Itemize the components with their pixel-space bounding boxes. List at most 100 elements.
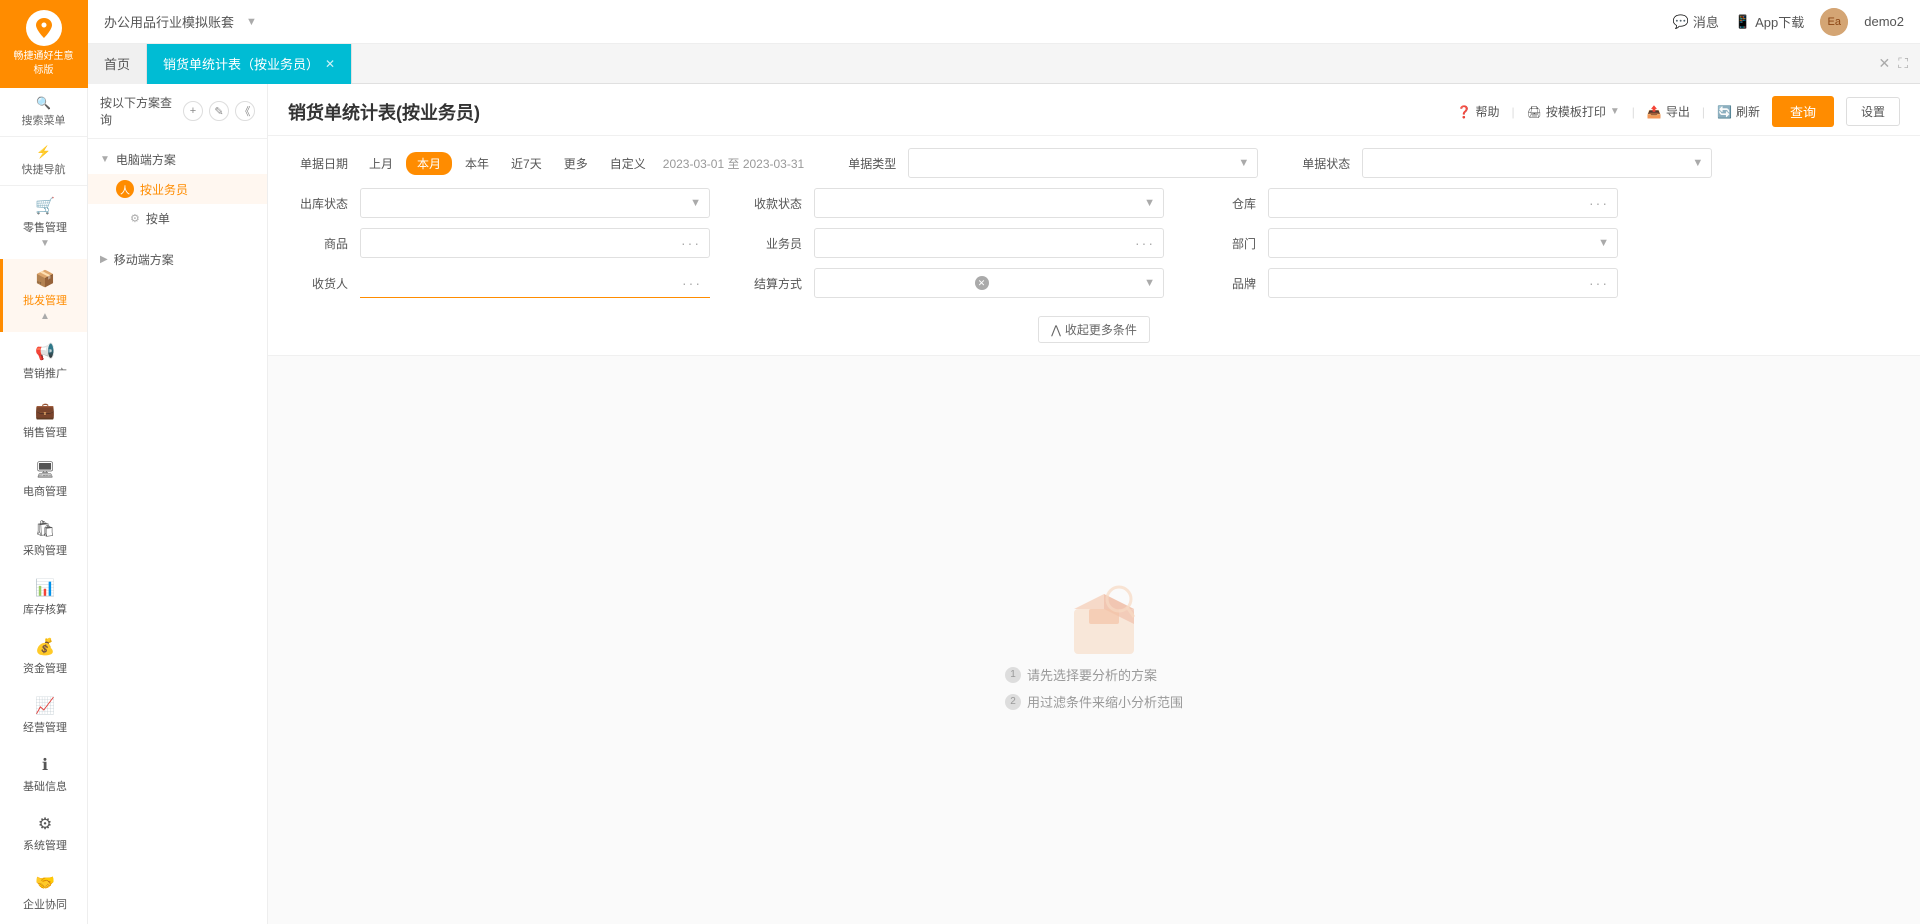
sidebar-item-ecommerce-label: 电商管理	[23, 483, 67, 499]
template-print-btn[interactable]: 🖨 按模板打印 ▼	[1527, 103, 1620, 120]
warehouse-control[interactable]: ···	[1268, 188, 1618, 218]
message-icon: 💬	[1673, 14, 1689, 30]
sidebar-item-finance-label: 资金管理	[23, 660, 67, 676]
filter-row-1: 单据日期 上月 本月 本年 近7天 更多 自定义 2023-03-01 至 20…	[288, 148, 1900, 178]
app-download-btn[interactable]: 📱 App下载	[1735, 12, 1804, 31]
breadcrumb-dropdown-icon[interactable]: ▼	[246, 16, 257, 28]
receipt-status-control[interactable]: ▼	[814, 188, 1164, 218]
by-staff-icon: 人	[116, 180, 134, 198]
out-status-control[interactable]: ▼	[360, 188, 710, 218]
sidebar-item-sales-label: 销售管理	[23, 424, 67, 440]
receiver-more-icon[interactable]: ···	[682, 275, 702, 291]
sidebar-item-system[interactable]: ⚙ 系统管理	[0, 804, 87, 863]
goods-more-icon[interactable]: ···	[681, 235, 701, 251]
avatar-label: Ea	[1820, 8, 1848, 36]
left-panel-header: 按以下方案查询 + ✎ 《	[88, 84, 267, 139]
desktop-expand-icon: ▼	[100, 154, 110, 165]
message-btn[interactable]: 💬 消息	[1673, 12, 1719, 31]
sidebar-item-wholesale[interactable]: 📦 批发管理 ▲	[0, 259, 87, 332]
sidebar-item-purchase[interactable]: 🛍 采购管理	[0, 509, 87, 568]
tab-sales-stat-label: 销货单统计表（按业务员）	[163, 54, 319, 73]
staff-more-icon[interactable]: ···	[1135, 235, 1155, 251]
sidebar-item-ecommerce[interactable]: 🖥 电商管理	[0, 450, 87, 509]
doc-type-control[interactable]: ▼	[908, 148, 1258, 178]
plan-item-by-staff[interactable]: 人 按业务员	[88, 174, 267, 204]
mobile-plan-group-header[interactable]: ▶ 移动端方案	[88, 245, 267, 274]
avatar[interactable]: Ea	[1820, 8, 1848, 36]
receiver-control[interactable]: ···	[360, 268, 710, 298]
warehouse-label: 仓库	[1196, 195, 1256, 212]
tab-maximize-icon[interactable]: ⛶	[1898, 55, 1908, 72]
sidebar-item-corp[interactable]: 🤝 企业协同	[0, 863, 87, 922]
corp-icon: 🤝	[35, 873, 55, 893]
tip2-num: 2	[1005, 694, 1021, 710]
settlement-clear-icon[interactable]: ✕	[975, 276, 989, 290]
date-filter-label: 单据日期	[288, 155, 348, 172]
settings-btn[interactable]: 设置	[1846, 97, 1900, 126]
date-btn-last7[interactable]: 近7天	[502, 151, 551, 176]
sidebar-item-marketing[interactable]: 📢 营销推广	[0, 332, 87, 391]
edit-plan-btn[interactable]: ✎	[209, 101, 229, 121]
receipt-status-arrow-icon: ▼	[1144, 197, 1155, 209]
sidebar-item-retail[interactable]: 🛒 零售管理 ▼	[0, 186, 87, 259]
date-btn-custom[interactable]: 自定义	[601, 151, 655, 176]
basic-icon: ℹ	[42, 755, 48, 775]
brand-label: 品牌	[1196, 275, 1256, 292]
date-btn-prev-month[interactable]: 上月	[360, 151, 402, 176]
date-btn-this-year[interactable]: 本年	[456, 151, 498, 176]
empty-state: 1 请先选择要分析的方案 2 用过滤条件来缩小分析范围	[268, 356, 1920, 924]
brand-control[interactable]: ···	[1268, 268, 1618, 298]
doc-status-control[interactable]: ▼	[1362, 148, 1712, 178]
sidebar-search-item[interactable]: 🔍 搜索菜单	[0, 88, 87, 137]
sidebar-item-operation[interactable]: 📈 经营管理	[0, 686, 87, 745]
sidebar-item-basic[interactable]: ℹ 基础信息	[0, 745, 87, 804]
sidebar-item-operation-label: 经营管理	[23, 719, 67, 735]
brand-more-icon[interactable]: ···	[1589, 275, 1609, 291]
add-plan-btn[interactable]: +	[183, 101, 203, 121]
desktop-plan-group: ▼ 电脑端方案 人 按业务员 ⚙ 按单	[88, 139, 267, 239]
by-order-icon: ⚙	[130, 212, 140, 225]
tab-sales-stat[interactable]: 销货单统计表（按业务员） ✕	[147, 44, 352, 84]
refresh-btn[interactable]: 🔄 刷新	[1717, 103, 1760, 120]
tab-sales-stat-close-icon[interactable]: ✕	[325, 57, 335, 71]
sidebar-item-inventory[interactable]: 📊 库存核算	[0, 568, 87, 627]
user-name[interactable]: demo2	[1864, 14, 1904, 29]
dept-control[interactable]: ▼	[1268, 228, 1618, 258]
header-right: 💬 消息 📱 App下载 Ea demo2	[1673, 8, 1904, 36]
sidebar-item-finance[interactable]: 💰 资金管理	[0, 627, 87, 686]
out-status-arrow-icon: ▼	[690, 197, 701, 209]
warehouse-more-icon[interactable]: ···	[1589, 195, 1609, 211]
plan-subitem-by-order[interactable]: ⚙ 按单	[88, 204, 267, 233]
logo-text: 畅捷通好生意标版	[14, 50, 74, 78]
goods-control[interactable]: ···	[360, 228, 710, 258]
sidebar-shortcut-item[interactable]: ⚡ 快捷导航	[0, 137, 87, 186]
query-btn[interactable]: 查询	[1772, 96, 1834, 127]
dept-arrow-icon: ▼	[1598, 237, 1609, 249]
collapse-label: 收起更多条件	[1065, 321, 1137, 338]
logo-icon	[26, 10, 62, 46]
help-btn[interactable]: ❓ 帮助	[1457, 103, 1500, 120]
sidebar-logo[interactable]: 畅捷通好生意标版	[0, 0, 88, 88]
sidebar-item-sales[interactable]: 💼 销售管理	[0, 391, 87, 450]
desktop-plan-group-header[interactable]: ▼ 电脑端方案	[88, 145, 267, 174]
collapse-filter-btn[interactable]: ⋀ 收起更多条件	[1038, 316, 1150, 343]
date-btn-more[interactable]: 更多	[555, 151, 597, 176]
export-btn[interactable]: 📤 导出	[1647, 103, 1690, 120]
settlement-control[interactable]: ✕ ▼	[814, 268, 1164, 298]
left-panel-title: 按以下方案查询	[100, 94, 179, 128]
staff-control[interactable]: ···	[814, 228, 1164, 258]
left-panel: 按以下方案查询 + ✎ 《 ▼ 电脑端方案 人 按业务员 ⚙ 按	[88, 84, 268, 924]
tab-home[interactable]: 首页	[88, 44, 147, 84]
date-btn-this-month[interactable]: 本月	[406, 152, 452, 175]
inventory-icon: 📊	[35, 578, 55, 598]
mobile-expand-icon: ▶	[100, 254, 108, 265]
export-icon: 📤	[1647, 105, 1662, 119]
collapse-panel-btn[interactable]: 《	[235, 101, 255, 121]
goods-label: 商品	[288, 235, 348, 252]
sidebar-item-retail-label: 零售管理	[23, 219, 67, 235]
tab-close-all-icon[interactable]: ✕	[1878, 55, 1890, 72]
doc-status-arrow-icon: ▼	[1692, 157, 1703, 169]
tip1-num: 1	[1005, 667, 1021, 683]
message-label: 消息	[1693, 12, 1719, 31]
search-icon: 🔍	[36, 96, 51, 110]
